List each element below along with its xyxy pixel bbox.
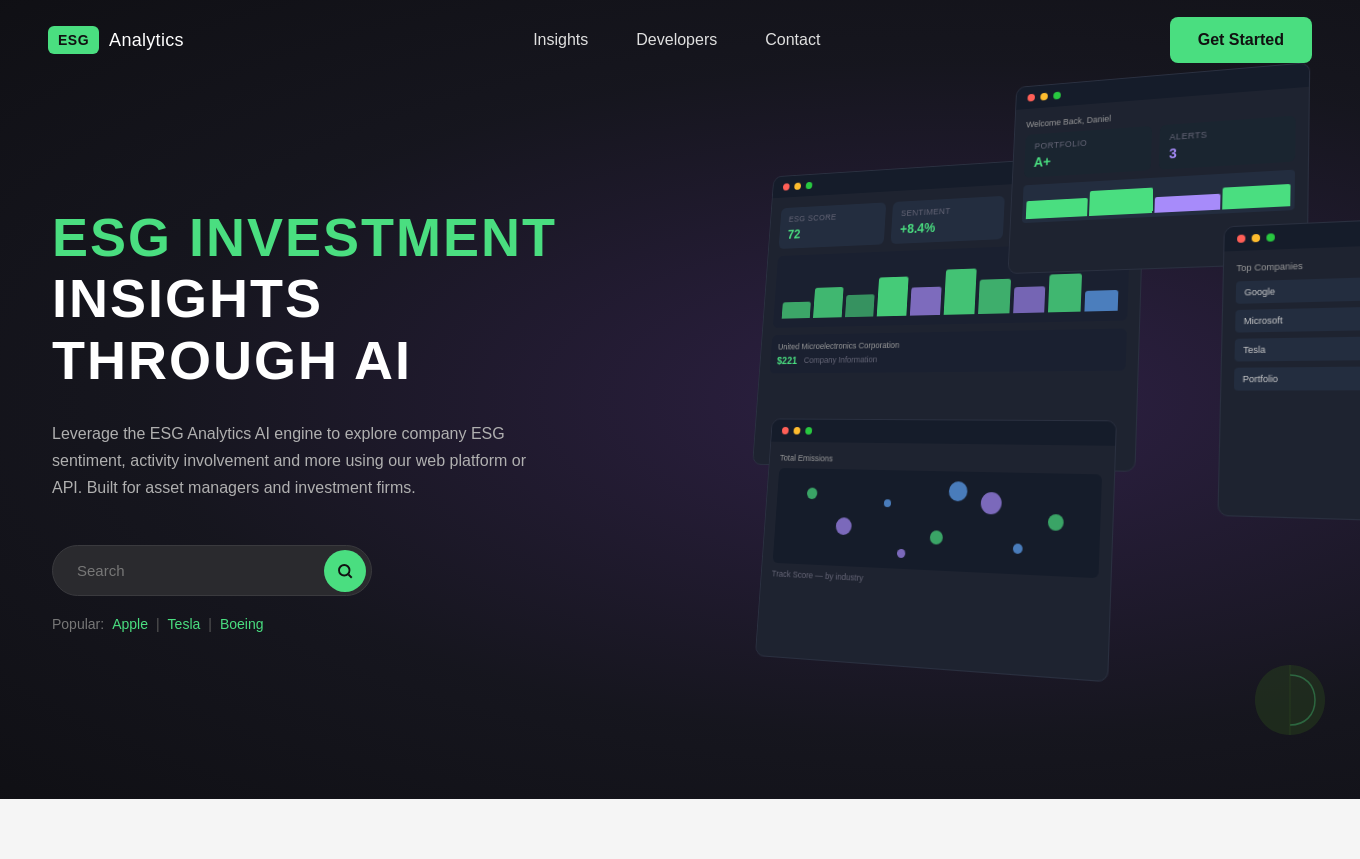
bar-8	[1013, 286, 1046, 313]
b-dot-yellow	[793, 427, 800, 435]
svg-line-1	[348, 574, 351, 577]
scatter-2	[835, 517, 852, 535]
popular-row: Popular: Apple | Tesla | Boeing	[52, 616, 588, 632]
tr-dot-red	[1027, 94, 1035, 102]
scatter-8	[897, 549, 906, 558]
nav-item-developers[interactable]: Developers	[636, 31, 717, 49]
metric-esg: ESG Score 72	[779, 202, 887, 249]
bottom-card-title: Total Emissions	[780, 453, 1103, 468]
tr-metric-1: Portfolio A+	[1024, 126, 1152, 178]
company-item-4: PortfolioA-	[1234, 366, 1360, 391]
navigation: ESG Analytics Insights Developers Contac…	[0, 0, 1360, 80]
metric-sentiment-value: +8.4%	[900, 217, 995, 236]
card-body-top-right: Welcome Back, Daniel Portfolio A+ Alerts…	[1010, 87, 1309, 235]
logo-text: Analytics	[109, 30, 184, 51]
scatter-6	[1012, 543, 1022, 554]
get-started-button[interactable]: Get Started	[1170, 17, 1312, 63]
metric-esg-value: 72	[787, 223, 876, 242]
window-dot-yellow	[794, 183, 801, 190]
fr-dot-red	[1237, 235, 1246, 243]
popular-link-apple[interactable]: Apple	[112, 616, 148, 632]
hero-content: ESG INVESTMENT INSIGHTS THROUGH AI Lever…	[0, 88, 640, 712]
tr-dot-green	[1053, 92, 1061, 100]
dashboard-card-bottom: Total Emissions Track Score — by industr…	[755, 418, 1117, 682]
tr-mini-bars	[1022, 170, 1295, 224]
scatter-9	[948, 481, 968, 501]
search-button[interactable]	[324, 550, 366, 592]
dashboard-card-far-right: Top Companies GoogleA MicrosoftA+ TeslaB…	[1217, 216, 1360, 524]
logo: ESG Analytics	[48, 26, 184, 54]
hero-description: Leverage the ESG Analytics AI engine to …	[52, 420, 552, 502]
company-list: GoogleA MicrosoftA+ TeslaB+ PortfolioA-	[1234, 275, 1360, 391]
window-dot-red	[783, 183, 790, 190]
nav-links: Insights Developers Contact	[533, 31, 820, 49]
fr-dot-green	[1266, 233, 1275, 241]
metric-sentiment-label: Sentiment	[901, 204, 996, 218]
popular-link-tesla[interactable]: Tesla	[168, 616, 201, 632]
company-item-3: TeslaB+	[1235, 335, 1360, 361]
nav-link-developers[interactable]: Developers	[636, 31, 717, 48]
company-score: $221	[777, 355, 798, 366]
scatter-3	[884, 499, 892, 507]
scatter-4	[930, 530, 944, 544]
scatter-7	[1048, 514, 1064, 531]
scatter-5	[980, 492, 1002, 515]
company-item-1: GoogleA	[1236, 275, 1360, 304]
popular-label: Popular:	[52, 616, 104, 632]
bar-2	[813, 287, 843, 318]
bar-5	[910, 287, 942, 316]
metric-esg-label: ESG Score	[788, 210, 877, 224]
metric-sentiment: Sentiment +8.4%	[891, 196, 1005, 244]
bar-7	[978, 279, 1011, 314]
popular-link-boeing[interactable]: Boeing	[220, 616, 264, 632]
hero-section: ESG INVESTMENT INSIGHTS THROUGH AI Lever…	[0, 0, 1360, 800]
hero-title-line2: INSIGHTS THROUGH AI	[52, 267, 588, 391]
b-dot-red	[782, 427, 789, 435]
company-item-2: MicrosoftA+	[1235, 305, 1360, 333]
bar-6	[944, 268, 977, 314]
company-detail: Company Information	[804, 355, 878, 365]
bar-1	[782, 302, 811, 319]
separator-2: |	[208, 616, 212, 632]
bar-10	[1085, 290, 1119, 312]
company-name-label: United Microelectronics Corporation	[778, 337, 1119, 352]
bar-3	[845, 294, 875, 317]
nav-link-insights[interactable]: Insights	[533, 31, 588, 48]
card-body-far-right: Top Companies GoogleA MicrosoftA+ TeslaB…	[1221, 242, 1360, 403]
bar-4	[877, 277, 909, 317]
footer-strip	[0, 799, 1360, 859]
nav-link-contact[interactable]: Contact	[765, 31, 820, 48]
logo-badge: ESG	[48, 26, 99, 54]
search-bar	[52, 545, 372, 596]
card-body-bottom: Total Emissions Track Score — by industr…	[761, 442, 1116, 609]
window-dot-green	[806, 182, 813, 189]
scatter-1	[807, 488, 818, 500]
search-icon	[336, 562, 354, 580]
tr-dot-yellow	[1040, 93, 1048, 101]
b-dot-green	[805, 427, 812, 435]
scatter-chart	[773, 468, 1103, 578]
tr-metric-2: Alerts 3	[1159, 116, 1296, 170]
bar-9	[1048, 273, 1082, 312]
fr-dot-yellow	[1252, 234, 1261, 242]
nav-item-contact[interactable]: Contact	[765, 31, 820, 49]
svg-point-0	[339, 565, 350, 576]
nav-item-insights[interactable]: Insights	[533, 31, 588, 49]
fr-title: Top Companies	[1236, 256, 1360, 274]
separator-1: |	[156, 616, 160, 632]
leaf-decoration	[1250, 660, 1330, 740]
hero-title-line1: ESG INVESTMENT	[52, 208, 588, 267]
